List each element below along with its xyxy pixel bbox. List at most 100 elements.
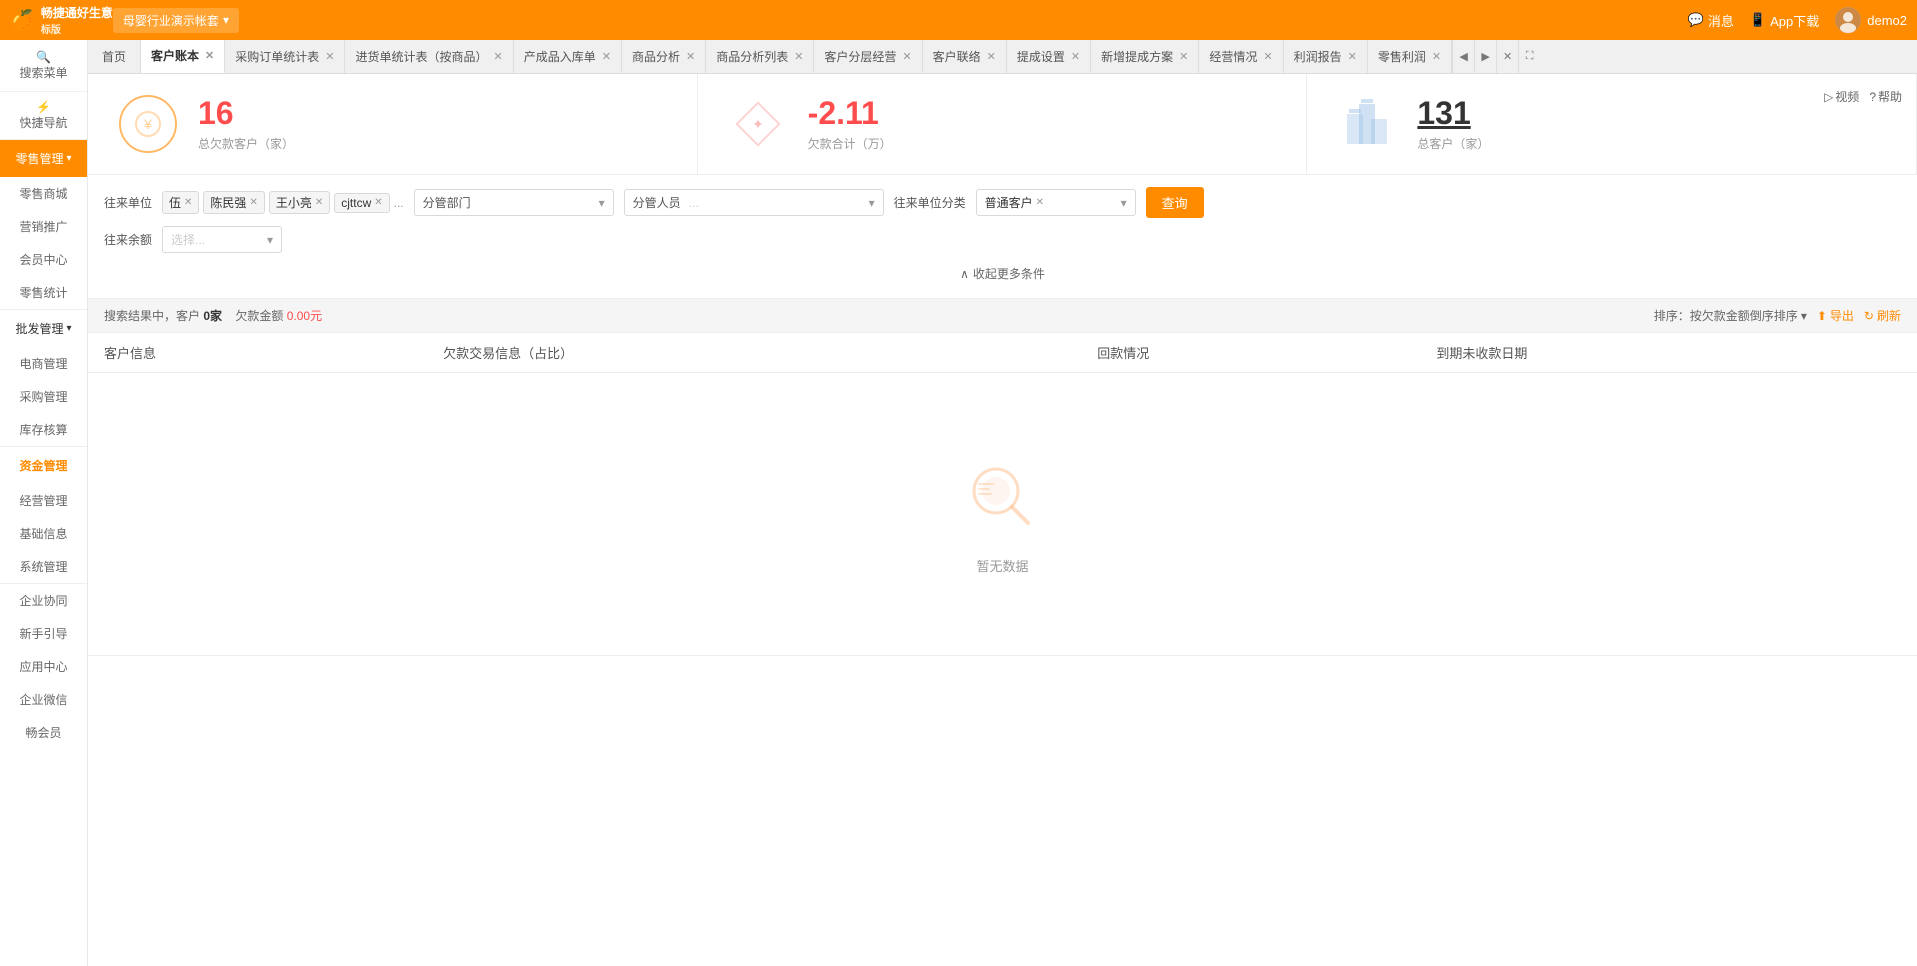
unit-filter-label: 往来单位 <box>104 194 152 211</box>
chevron-right-icon: ▾ <box>66 323 71 334</box>
sidebar-item-wholesale-mgmt[interactable]: 批发管理 ▾ <box>0 310 87 347</box>
tab-customer-ledger[interactable]: 客户账本 ✕ <box>141 40 225 74</box>
tab-close-icon[interactable]: ✕ <box>987 50 996 63</box>
sidebar-item-member-center[interactable]: 会员中心 <box>0 243 87 276</box>
tab-next-btn[interactable]: ▶ <box>1474 40 1496 74</box>
tab-finished-goods[interactable]: 产成品入库单 ✕ <box>514 40 622 74</box>
tab-commission-settings[interactable]: 提成设置 ✕ <box>1007 40 1091 74</box>
sidebar-item-inventory[interactable]: 库存核算 <box>0 413 87 447</box>
tab-close-icon[interactable]: ✕ <box>494 50 503 63</box>
collapse-btn[interactable]: ∧ 收起更多条件 <box>956 261 1049 286</box>
tab-close-icon[interactable]: ✕ <box>1179 50 1188 63</box>
collapse-icon: ∧ <box>960 267 969 281</box>
filter-tag-1: 陈民强 ✕ <box>203 191 264 214</box>
video-help-btn[interactable]: ▷ 视频 <box>1824 88 1859 105</box>
remove-tag-3-btn[interactable]: ✕ <box>374 197 382 208</box>
result-info: 搜索结果中，客户 0家 欠款金额 0.00元 排序：按欠款金额倒序排序 ▾ <box>88 299 1917 333</box>
tab-home[interactable]: 首页 <box>88 40 141 74</box>
tab-close-icon[interactable]: ✕ <box>686 50 695 63</box>
filter-row-1: 往来单位 伍 ✕ 陈民强 ✕ 王小亮 <box>104 187 1901 218</box>
sidebar-item-system-mgmt[interactable]: 系统管理 <box>0 550 87 584</box>
tab-close-icon[interactable]: ✕ <box>794 50 803 63</box>
extra-select[interactable]: 选择... ▾ <box>162 226 282 253</box>
tab-product-analysis[interactable]: 商品分析 ✕ <box>622 40 706 74</box>
sidebar-item-member[interactable]: 畅会员 <box>0 716 87 749</box>
tab-business-status[interactable]: 经营情况 ✕ <box>1199 40 1283 74</box>
sidebar-nav[interactable]: ⚡ 快捷导航 <box>0 92 87 140</box>
sidebar-item-app-center[interactable]: 应用中心 <box>0 650 87 683</box>
tab-close-all-btn[interactable]: ✕ <box>1496 40 1518 74</box>
unit-type-arrow: ▾ <box>1121 196 1127 210</box>
tab-product-analysis-list[interactable]: 商品分析列表 ✕ <box>706 40 814 74</box>
sidebar-item-retail-mgmt[interactable]: 零售管理 ▾ <box>0 140 87 177</box>
tab-close-icon[interactable]: ✕ <box>1348 50 1357 63</box>
tab-customer-contact[interactable]: 客户联络 ✕ <box>923 40 1007 74</box>
tab-close-icon[interactable]: ✕ <box>1071 50 1080 63</box>
unit-type-select[interactable]: 普通客户 ✕ ▾ <box>976 189 1136 216</box>
table-col-customer: 客户信息 <box>88 333 427 373</box>
stat-icon-1: ¥ <box>118 94 178 154</box>
sidebar-search[interactable]: 🔍 搜索菜单 <box>0 40 87 92</box>
dept-select-arrow: ▾ <box>599 196 605 210</box>
sidebar-item-marketing[interactable]: 营销推广 <box>0 210 87 243</box>
tab-arrows: ◀ ▶ ✕ ⛶ <box>1452 40 1540 74</box>
stat-card-2: ✦ -2.11 欠款合计（万） <box>698 74 1308 174</box>
tab-inbound-stats[interactable]: 进货单统计表（按商品） ✕ <box>345 40 513 74</box>
tab-close-icon[interactable]: ✕ <box>205 49 214 62</box>
stat-info-2: -2.11 欠款合计（万） <box>808 97 892 152</box>
person-select[interactable]: 分管人员 ... ▾ <box>624 189 884 216</box>
sidebar-item-enterprise-wechat[interactable]: 企业微信 <box>0 683 87 716</box>
extra-select-arrow: ▾ <box>267 233 273 247</box>
filter-tags: 伍 ✕ 陈民强 ✕ 王小亮 ✕ <box>162 191 404 214</box>
tab-profit-report[interactable]: 利润报告 ✕ <box>1284 40 1368 74</box>
tab-fullscreen-btn[interactable]: ⛶ <box>1518 40 1540 74</box>
stat-icon-2: ✦ <box>728 94 788 154</box>
user-profile[interactable]: demo2 <box>1835 7 1907 33</box>
sidebar-item-finance-mgmt[interactable]: 资金管理 <box>0 447 87 484</box>
app-download-btn[interactable]: 📱 App下载 <box>1750 11 1819 30</box>
filter-tag-3: cjttcw ✕ <box>334 193 389 213</box>
sort-btn[interactable]: 排序：按欠款金额倒序排序 ▾ <box>1654 307 1807 324</box>
remove-tag-2-btn[interactable]: ✕ <box>315 197 323 208</box>
help-btn[interactable]: ? 帮助 <box>1869 88 1902 105</box>
remove-tag-1-btn[interactable]: ✕ <box>249 197 257 208</box>
tab-close-icon[interactable]: ✕ <box>902 50 911 63</box>
extra-filter-label: 往来余额 <box>104 231 152 248</box>
tab-new-commission-plan[interactable]: 新增提成方案 ✕ <box>1091 40 1199 74</box>
tab-customer-layering[interactable]: 客户分层经营 ✕ <box>814 40 922 74</box>
stat-info-3: 131 总客户（家） <box>1417 97 1489 152</box>
refresh-btn[interactable]: ↻ 刷新 <box>1864 307 1901 324</box>
unit-type-label: 往来单位分类 <box>894 194 966 211</box>
sidebar-item-ecommerce[interactable]: 电商管理 <box>0 347 87 380</box>
tab-purchase-order-stats[interactable]: 采购订单统计表 ✕ <box>225 40 345 74</box>
refresh-icon: ↻ <box>1864 309 1874 323</box>
table-col-repayment: 回款情况 <box>1081 333 1420 373</box>
stat-card-1: ¥ 16 总欠款客户（家） <box>88 74 698 174</box>
sidebar-item-newbie-guide[interactable]: 新手引导 <box>0 617 87 650</box>
tab-retail-profit[interactable]: 零售利润 ✕ <box>1368 40 1452 74</box>
message-btn[interactable]: 💬 消息 <box>1688 11 1734 30</box>
sidebar-item-retail-mall[interactable]: 零售商城 <box>0 177 87 210</box>
tab-prev-btn[interactable]: ◀ <box>1452 40 1474 74</box>
filter-row-2: 往来余额 选择... ▾ <box>104 226 1901 253</box>
sidebar-item-enterprise-collab[interactable]: 企业协同 <box>0 584 87 617</box>
chevron-down-icon: ▾ <box>66 153 71 164</box>
tab-close-icon[interactable]: ✕ <box>325 50 334 63</box>
tab-close-icon[interactable]: ✕ <box>602 50 611 63</box>
sidebar-item-retail-stats[interactable]: 零售统计 <box>0 276 87 310</box>
export-icon: ⬆ <box>1817 309 1827 323</box>
sidebar-item-operation-mgmt[interactable]: 经营管理 <box>0 484 87 517</box>
remove-unit-type-btn[interactable]: ✕ <box>1036 197 1044 208</box>
sidebar: 🔍 搜索菜单 ⚡ 快捷导航 零售管理 ▾ 零售商城 营销推广 会员中心 零售统计 <box>0 40 88 966</box>
remove-tag-0-btn[interactable]: ✕ <box>184 197 192 208</box>
export-btn[interactable]: ⬆ 导出 <box>1817 307 1854 324</box>
tab-close-icon[interactable]: ✕ <box>1263 50 1272 63</box>
dept-select[interactable]: 分管部门 ▾ <box>414 189 614 216</box>
sidebar-item-purchase-mgmt[interactable]: 采购管理 <box>0 380 87 413</box>
query-btn[interactable]: 查询 <box>1146 187 1204 218</box>
stat-label-2: 欠款合计（万） <box>808 135 892 152</box>
more-tags-btn[interactable]: ... <box>394 196 404 210</box>
tab-close-icon[interactable]: ✕ <box>1432 50 1441 63</box>
account-selector[interactable]: 母婴行业演示帐套 ▾ <box>113 8 239 33</box>
sidebar-item-basic-info[interactable]: 基础信息 <box>0 517 87 550</box>
